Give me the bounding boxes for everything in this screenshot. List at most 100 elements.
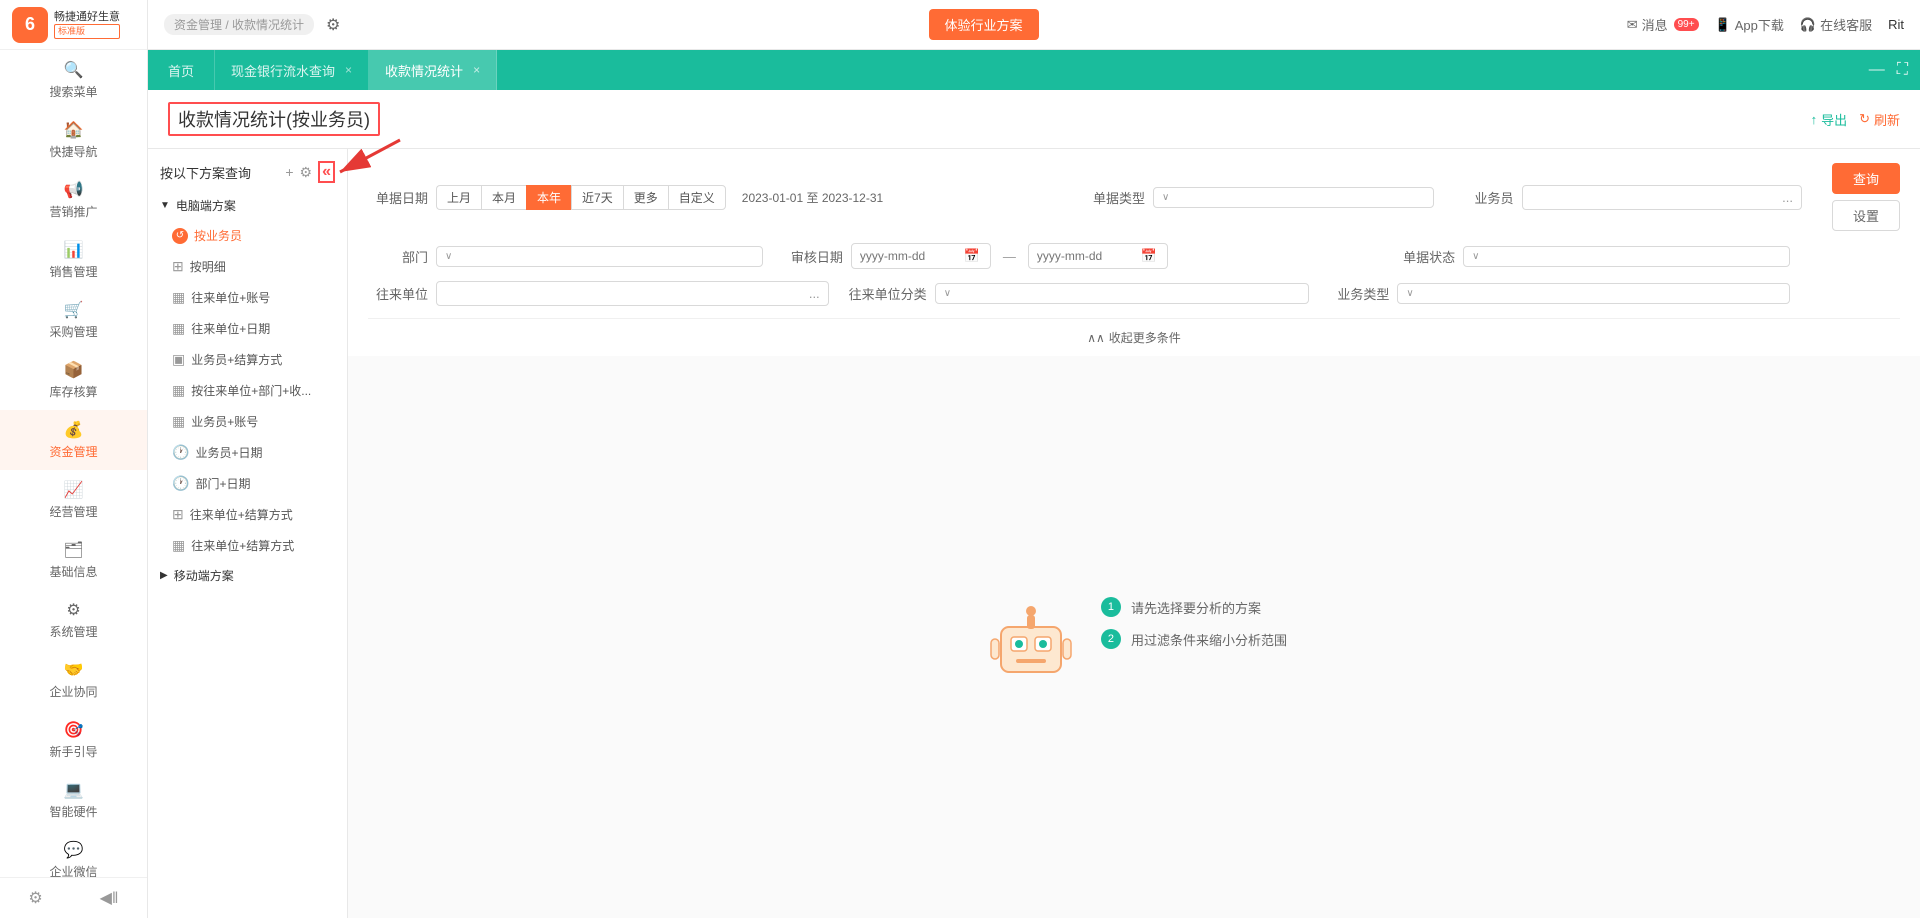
dept-select[interactable]: ∨ — [436, 246, 763, 267]
plan-item-unit-dept-collection[interactable]: ▦ 按往来单位+部门+收... — [148, 375, 347, 406]
sidebar-item-search-menu[interactable]: 🔍 搜索菜单 — [0, 50, 147, 110]
tab-collection-stats-close[interactable]: × — [473, 63, 480, 77]
date-btn-7days[interactable]: 近7天 — [571, 185, 623, 210]
date-btn-last-month[interactable]: 上月 — [436, 185, 481, 210]
partner-dots: ... — [809, 286, 820, 301]
sidebar-item-enterprise[interactable]: 🤝 企业协同 — [0, 650, 147, 710]
panel-collapse-btn[interactable]: « — [318, 161, 335, 183]
plan-item-unit-account[interactable]: ▦ 往来单位+账号 — [148, 282, 347, 313]
settings-btn[interactable]: 设置 — [1832, 200, 1900, 231]
doc-status-select[interactable]: ∨ — [1463, 246, 1790, 267]
date-btn-this-month[interactable]: 本月 — [481, 185, 526, 210]
sidebar-item-wechat[interactable]: 💬 企业微信 — [0, 830, 147, 877]
sidebar-item-basic-info[interactable]: 🗂 基础信息 — [0, 530, 147, 590]
quick-nav-icon: 🏠 — [64, 120, 84, 140]
plan-item-dept-date[interactable]: 🕐 部门+日期 — [148, 468, 347, 499]
guide-icon: 🎯 — [64, 720, 84, 740]
sidebar-item-purchase[interactable]: 🛒 采购管理 — [0, 290, 147, 350]
date-btn-custom[interactable]: 自定义 — [668, 185, 726, 210]
partner-category-label: 往来单位分类 — [849, 284, 927, 303]
plan-item-label: 往来单位+结算方式 — [190, 506, 293, 523]
biz-type-select[interactable]: ∨ — [1397, 283, 1790, 304]
audit-date-from[interactable]: 📅 — [851, 243, 991, 269]
plan-item-salesperson-settlement[interactable]: ▣ 业务员+结算方式 — [148, 344, 347, 375]
sidebar-item-system[interactable]: ⚙ 系统管理 — [0, 590, 147, 650]
audit-date-to-input[interactable] — [1037, 249, 1137, 263]
salesperson-account-icon: ▦ — [172, 413, 185, 430]
plan-item-by-detail[interactable]: ⊞ 按明细 — [148, 251, 347, 282]
salesperson-field[interactable]: ... — [1522, 185, 1803, 210]
plan-item-unit-date[interactable]: ▦ 往来单位+日期 — [148, 313, 347, 344]
sidebar-item-operations[interactable]: 📈 经营管理 — [0, 470, 147, 530]
partner-category-select[interactable]: ∨ — [935, 283, 1310, 304]
refresh-btn[interactable]: ↻ 刷新 — [1859, 110, 1900, 129]
sidebar-settings-btn[interactable]: ⚙ — [28, 888, 42, 908]
mobile-section-header[interactable]: ▶ 移动端方案 — [148, 561, 347, 590]
sidebar-item-quick-nav[interactable]: 🏠 快捷导航 — [0, 110, 147, 170]
partner-field[interactable]: ... — [436, 281, 829, 306]
tab-maximize-btn[interactable]: ⛶ — [1897, 61, 1908, 79]
doc-status-label: 单据状态 — [1395, 247, 1455, 266]
sidebar-item-label: 基础信息 — [49, 563, 97, 580]
topbar-settings-icon[interactable]: ⚙ — [326, 15, 340, 35]
audit-date-from-input[interactable] — [860, 249, 960, 263]
plan-item-unit-settlement2[interactable]: ▦ 往来单位+结算方式 — [148, 530, 347, 561]
tab-collection-stats[interactable]: 收款情况统计 × — [369, 50, 497, 90]
trial-btn[interactable]: 体验行业方案 — [929, 9, 1039, 40]
operations-icon: 📈 — [64, 480, 84, 500]
sidebar-item-smart-hw[interactable]: 💻 智能硬件 — [0, 770, 147, 830]
sidebar-item-label: 经营管理 — [49, 503, 97, 520]
plan-settings-btn[interactable]: ⚙ — [300, 164, 313, 181]
messages-btn[interactable]: ✉ 消息 99+ — [1627, 15, 1699, 34]
export-btn[interactable]: ↑ 导出 — [1811, 110, 1848, 129]
sidebar-item-sales[interactable]: 📊 销售管理 — [0, 230, 147, 290]
message-icon: ✉ — [1627, 17, 1638, 33]
plan-item-label: 按往来单位+部门+收... — [191, 382, 311, 399]
plan-item-label: 按明细 — [190, 258, 226, 275]
sidebar-item-label: 新手引导 — [49, 743, 97, 760]
user-avatar[interactable]: Rit — [1888, 17, 1904, 32]
sidebar-item-finance[interactable]: 💰 资金管理 — [0, 410, 147, 470]
plan-item-salesperson-date[interactable]: 🕐 业务员+日期 — [148, 437, 347, 468]
user-name: Rit — [1888, 17, 1904, 32]
plan-item-label: 往来单位+账号 — [191, 289, 270, 306]
topbar: 资金管理 / 收款情况统计 ⚙ 体验行业方案 ✉ 消息 99+ 📱 App下载 … — [148, 0, 1920, 50]
tab-minimize-btn[interactable]: — — [1869, 61, 1885, 79]
online-service-btn[interactable]: 🎧 在线客服 — [1800, 15, 1872, 34]
app-download-label: App下载 — [1735, 15, 1784, 34]
date-btn-more[interactable]: 更多 — [623, 185, 668, 210]
plan-item-salesperson-account[interactable]: ▦ 业务员+账号 — [148, 406, 347, 437]
app-download-btn[interactable]: 📱 App下载 — [1715, 15, 1784, 34]
unit-account-icon: ▦ — [172, 289, 185, 306]
sidebar-item-marketing[interactable]: 📢 营销推广 — [0, 170, 147, 230]
salesperson-item-icon: ↺ — [172, 228, 188, 244]
filter-biz-type-cell: 业务类型 ∨ — [1329, 283, 1790, 304]
plan-item-label: 部门+日期 — [195, 475, 250, 492]
content-body: 按以下方案查询 + ⚙ « ▼ 电脑端方案 ↺ 按业务员 — [148, 149, 1920, 918]
sidebar-collapse-btn[interactable]: ◀‖ — [100, 888, 119, 908]
date-btn-this-year[interactable]: 本年 — [526, 185, 571, 210]
plan-item-label: 往来单位+日期 — [191, 320, 270, 337]
topbar-left: 资金管理 / 收款情况统计 ⚙ — [164, 14, 340, 35]
tab-home[interactable]: 首页 — [148, 50, 215, 90]
pc-section-header[interactable]: ▼ 电脑端方案 — [148, 191, 347, 220]
partner-category-arrow: ∨ — [944, 288, 951, 299]
add-plan-btn[interactable]: + — [285, 164, 293, 180]
plan-item-by-salesperson[interactable]: ↺ 按业务员 — [148, 220, 347, 251]
filter-docstatus-cell: 单据状态 ∨ — [1395, 246, 1790, 267]
date-separator: — — [1003, 249, 1016, 264]
sidebar-item-guide[interactable]: 🎯 新手引导 — [0, 710, 147, 770]
audit-date-to[interactable]: 📅 — [1028, 243, 1168, 269]
doc-status-arrow: ∨ — [1472, 251, 1479, 262]
tab-bank-flow-close[interactable]: × — [345, 63, 352, 77]
collapse-more-btn[interactable]: ∧∧ 收起更多条件 — [368, 318, 1900, 356]
tab-bank-flow[interactable]: 现金银行流水查询 × — [215, 50, 369, 90]
filter-partner-cell: 往来单位 ... — [368, 281, 829, 306]
doc-type-select[interactable]: ∨ — [1153, 187, 1434, 208]
biz-type-label: 业务类型 — [1329, 284, 1389, 303]
sidebar-item-inventory[interactable]: 📦 库存核算 — [0, 350, 147, 410]
salesperson-settlement-icon: ▣ — [172, 351, 185, 368]
query-btn[interactable]: 查询 — [1832, 163, 1900, 194]
plan-item-unit-settlement1[interactable]: ⊞ 往来单位+结算方式 — [148, 499, 347, 530]
logo-text: 畅捷通好生意 标准版 — [54, 10, 120, 40]
